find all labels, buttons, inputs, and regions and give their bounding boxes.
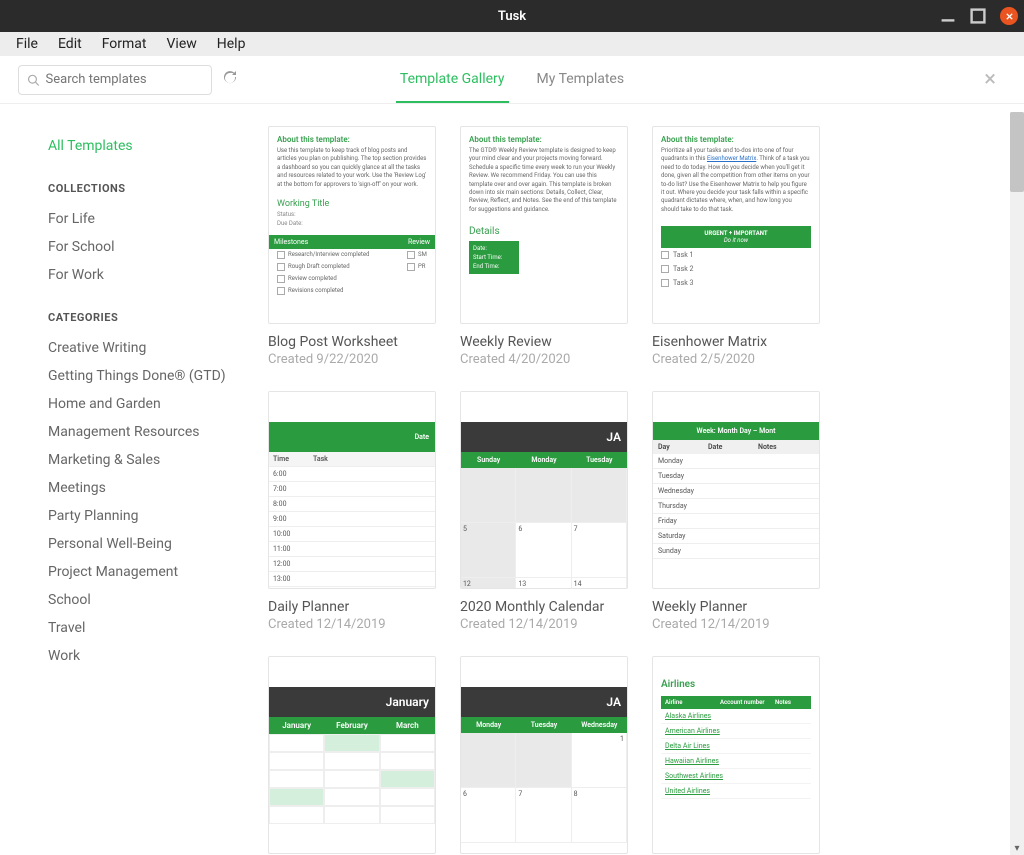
menu-help[interactable]: Help [207,34,256,54]
refresh-icon[interactable] [222,70,238,90]
template-date: Created 4/20/2020 [460,352,628,367]
template-card[interactable]: JA MondayTuesdayWednesday 1 678 [460,656,628,854]
template-date: Created 12/14/2019 [652,617,820,632]
template-card[interactable]: Week: Month Day – Mont DayDateNotes Mond… [652,391,820,632]
scrollbar[interactable]: ▾ [1010,112,1024,855]
window-titlebar: Tusk [0,0,1024,32]
template-card[interactable]: About this template: Prioritize all your… [652,126,820,367]
sidebar-cat-gtd[interactable]: Getting Things Done® (GTD) [48,362,240,390]
template-card[interactable]: January JanuaryFebruaryMarch [268,656,436,854]
maximize-icon[interactable] [970,8,986,24]
template-card[interactable]: About this template: The GTD® Weekly Rev… [460,126,628,367]
sidebar-cat-work[interactable]: Work [48,642,240,670]
template-gallery: About this template: Use this template t… [268,104,1024,855]
template-thumb-cal2[interactable]: JA MondayTuesdayWednesday 1 678 [460,656,628,854]
menu-edit[interactable]: Edit [48,34,92,54]
template-title: 2020 Monthly Calendar [460,599,628,615]
tab-my-templates[interactable]: My Templates [533,57,629,103]
template-title: Weekly Review [460,334,628,350]
template-card[interactable]: Date TimeTask 6:00 7:00 8:00 9:00 10:00 … [268,391,436,632]
tab-template-gallery[interactable]: Template Gallery [396,57,509,103]
search-field[interactable] [46,72,203,87]
sidebar-all-templates[interactable]: All Templates [48,132,240,160]
template-thumb-monthly[interactable]: JA SundayMondayTuesday 567 121314 [460,391,628,589]
menu-file[interactable]: File [6,34,48,54]
sidebar-cat-creative-writing[interactable]: Creative Writing [48,334,240,362]
close-panel-icon[interactable]: × [984,69,996,91]
template-card[interactable]: About this template: Use this template t… [268,126,436,367]
template-date: Created 9/22/2020 [268,352,436,367]
sidebar-cat-marketing[interactable]: Marketing & Sales [48,446,240,474]
template-thumb-blog[interactable]: About this template: Use this template t… [268,126,436,324]
template-thumb-daily[interactable]: Date TimeTask 6:00 7:00 8:00 9:00 10:00 … [268,391,436,589]
sidebar-cat-party[interactable]: Party Planning [48,502,240,530]
template-title: Weekly Planner [652,599,820,615]
sidebar-heading-collections: COLLECTIONS [48,182,240,195]
template-thumb-weekly-planner[interactable]: Week: Month Day – Mont DayDateNotes Mond… [652,391,820,589]
sidebar-cat-management[interactable]: Management Resources [48,418,240,446]
template-card[interactable]: Airlines AirlineAccount numberNotes Alas… [652,656,820,854]
scrollbar-thumb[interactable] [1010,112,1024,192]
template-thumb-weekly-review[interactable]: About this template: The GTD® Weekly Rev… [460,126,628,324]
template-date: Created 12/14/2019 [460,617,628,632]
template-thumb-eisenhower[interactable]: About this template: Prioritize all your… [652,126,820,324]
search-icon [27,73,40,87]
sidebar: All Templates COLLECTIONS For Life For S… [0,104,268,855]
sidebar-cat-travel[interactable]: Travel [48,614,240,642]
template-title: Blog Post Worksheet [268,334,436,350]
sidebar-cat-school[interactable]: School [48,586,240,614]
menubar: File Edit Format View Help [0,32,1024,56]
template-date: Created 2/5/2020 [652,352,820,367]
close-icon[interactable] [1000,7,1018,25]
search-input[interactable] [18,65,212,95]
template-date: Created 12/14/2019 [268,617,436,632]
minimize-icon[interactable] [940,8,956,24]
template-card[interactable]: JA SundayMondayTuesday 567 121314 2020 M… [460,391,628,632]
sidebar-heading-categories: CATEGORIES [48,311,240,324]
sidebar-cat-project-mgmt[interactable]: Project Management [48,558,240,586]
window-title: Tusk [498,9,526,24]
template-title: Daily Planner [268,599,436,615]
scroll-down-icon[interactable]: ▾ [1010,841,1024,855]
template-thumb-airlines[interactable]: Airlines AirlineAccount numberNotes Alas… [652,656,820,854]
menu-format[interactable]: Format [92,34,157,54]
topbar: Template Gallery My Templates × [0,56,1024,104]
menu-view[interactable]: View [157,34,207,54]
template-title: Eisenhower Matrix [652,334,820,350]
sidebar-for-school[interactable]: For School [48,233,240,261]
template-thumb-year[interactable]: January JanuaryFebruaryMarch [268,656,436,854]
sidebar-cat-wellbeing[interactable]: Personal Well-Being [48,530,240,558]
sidebar-for-work[interactable]: For Work [48,261,240,289]
sidebar-for-life[interactable]: For Life [48,205,240,233]
sidebar-cat-meetings[interactable]: Meetings [48,474,240,502]
sidebar-cat-home-garden[interactable]: Home and Garden [48,390,240,418]
